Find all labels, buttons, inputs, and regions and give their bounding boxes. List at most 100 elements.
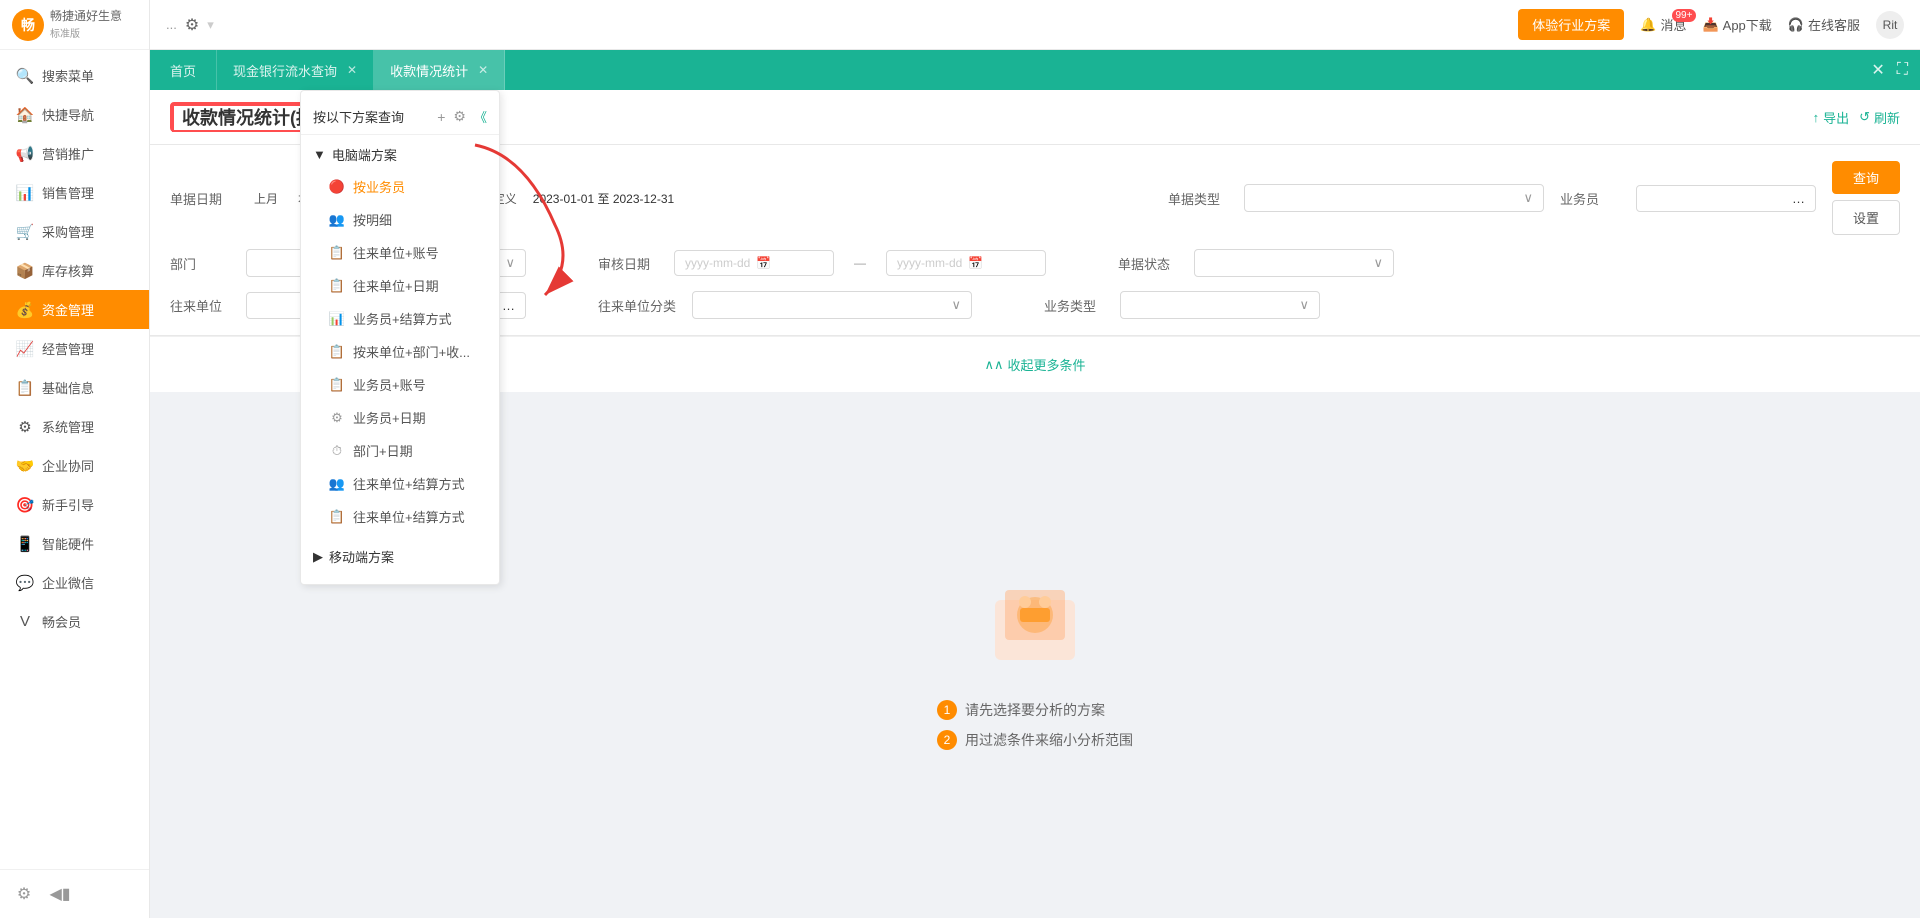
panel-item-salesperson-date[interactable]: ⚙ 业务员+日期: [301, 401, 499, 434]
headset-icon: 🎧: [1788, 17, 1804, 33]
app-download-btn[interactable]: 📥 App下载: [1702, 15, 1771, 34]
calendar-icon-2: 📅: [968, 256, 983, 270]
trending-icon: 📈: [16, 340, 34, 358]
tab-receipt[interactable]: 收款情况统计 ✕: [374, 50, 505, 90]
tab-receipt-close-icon[interactable]: ✕: [478, 63, 488, 77]
sidebar-item-inventory[interactable]: 📦 库存核算: [0, 251, 149, 290]
message-btn[interactable]: 🔔 消息 99+: [1640, 15, 1686, 34]
panel-item-partner-settlement1[interactable]: 👥 往来单位+结算方式: [301, 467, 499, 500]
tab-home[interactable]: 首页: [150, 50, 217, 90]
panel-item-partner-dept[interactable]: 📋 按来单位+部门+收...: [301, 335, 499, 368]
breadcrumb: ...: [166, 17, 177, 32]
sidebar-item-search[interactable]: 🔍 搜索菜单: [0, 56, 149, 95]
panel-item-partner-account[interactable]: 📋 往来单位+账号: [301, 236, 499, 269]
sidebar-settings-icon[interactable]: ⚙: [10, 880, 38, 908]
query-btn[interactable]: 查询: [1832, 161, 1900, 194]
megaphone-icon: 📢: [16, 145, 34, 163]
user-avatar[interactable]: Rit: [1876, 11, 1904, 39]
review-date-to[interactable]: yyyy-mm-dd 📅: [886, 250, 1046, 276]
partner-cat-arrow-icon: ∨: [952, 297, 962, 313]
online-service-btn[interactable]: 🎧 在线客服: [1788, 15, 1860, 34]
main-area: ... ⚙ ▾ 体验行业方案 🔔 消息 99+ 📥 App下载: [150, 0, 1920, 918]
panel-desktop-section: ▼ 电脑端方案 🔴 按业务员 👥 按明细 📋 往来单位+账号 📋 往: [301, 135, 499, 537]
salesperson-select[interactable]: …: [1636, 185, 1816, 212]
money-icon: 💰: [16, 301, 34, 319]
more-icon: …: [1792, 191, 1805, 206]
panel-mobile-title[interactable]: ▶ 移动端方案: [301, 541, 499, 572]
doc-status-arrow-icon: ∨: [1373, 255, 1383, 271]
tab-close-all-icon[interactable]: ✕: [1871, 60, 1884, 80]
sidebar-item-cooperation[interactable]: 🤝 企业协同: [0, 446, 149, 485]
panel-add-icon[interactable]: +: [437, 109, 445, 125]
doc-icon: 📋: [16, 379, 34, 397]
biz-type-select[interactable]: ∨: [1120, 291, 1320, 319]
panel-settings-icon[interactable]: ⚙: [453, 108, 466, 125]
tip-item-1: 1 请先选择要分析的方案: [937, 700, 1133, 720]
collapse-btn[interactable]: ∧∧ 收起更多条件: [976, 347, 1093, 382]
sidebar-item-marketing[interactable]: 📢 营销推广: [0, 134, 149, 173]
left-scheme-panel: 按以下方案查询 + ⚙ 《 ▼ 电脑端方案 🔴 按业务员 👥: [300, 90, 500, 585]
partner-settlement2-icon: 📋: [329, 509, 345, 525]
trial-btn[interactable]: 体验行业方案: [1518, 9, 1624, 40]
review-date-label: 审核日期: [598, 254, 658, 273]
sidebar-collapse-icon[interactable]: ◀▮: [46, 880, 74, 908]
breadcrumb-area: ... ⚙ ▾: [166, 15, 1506, 35]
logo-icon: 畅: [12, 9, 44, 41]
salesperson-date-icon: ⚙: [329, 410, 345, 426]
doc-type-select[interactable]: ∨: [1244, 184, 1544, 212]
logo-text: 畅捷通好生意 标准版: [50, 9, 122, 40]
panel-item-salesperson-account[interactable]: 📋 业务员+账号: [301, 368, 499, 401]
sidebar-item-guide[interactable]: 🎯 新手引导: [0, 485, 149, 524]
empty-illustration: [975, 560, 1095, 680]
sidebar-item-purchase[interactable]: 🛒 采购管理: [0, 212, 149, 251]
settings-icon: ⚙: [16, 418, 34, 436]
partner-label: 往来单位: [170, 296, 230, 315]
detail-scheme-icon: 👥: [329, 212, 345, 228]
sidebar-nav: 🔍 搜索菜单 🏠 快捷导航 📢 营销推广 📊 销售管理 🛒 采购管理 📦: [0, 50, 149, 869]
panel-header: 按以下方案查询 + ⚙ 《: [301, 99, 499, 135]
top-header: ... ⚙ ▾ 体验行业方案 🔔 消息 99+ 📥 App下载: [150, 0, 1920, 50]
gear-settings-icon[interactable]: ⚙: [185, 15, 199, 35]
tab-bar: 首页 现金银行流水查询 ✕ 收款情况统计 ✕ ✕ ⛶: [150, 50, 1920, 90]
panel-item-salesperson-settlement[interactable]: 📊 业务员+结算方式: [301, 302, 499, 335]
partner-cat-select[interactable]: ∨: [692, 291, 972, 319]
panel-item-detail[interactable]: 👥 按明细: [301, 203, 499, 236]
settings-btn[interactable]: 设置: [1832, 200, 1900, 235]
panel-desktop-title[interactable]: ▼ 电脑端方案: [301, 139, 499, 170]
sidebar-item-business[interactable]: 📈 经营管理: [0, 329, 149, 368]
dept-date-icon: ⏱: [329, 443, 345, 459]
salesperson-label: 业务员: [1560, 189, 1620, 208]
panel-item-partner-date[interactable]: 📋 往来单位+日期: [301, 269, 499, 302]
dept-arrow-icon: ∨: [505, 255, 515, 271]
date-tab-last-month[interactable]: 上月: [246, 187, 286, 210]
export-btn[interactable]: ↑ 导出: [1813, 108, 1850, 127]
collapse-up-icon: ∧∧: [984, 357, 1003, 373]
sidebar-item-member[interactable]: V 畅会员: [0, 602, 149, 641]
date-range-text: 2023-01-01 至 2023-12-31: [533, 190, 674, 207]
tab-bank-close-icon[interactable]: ✕: [347, 63, 357, 77]
tab-bank[interactable]: 现金银行流水查询 ✕: [217, 50, 374, 90]
sidebar-item-system[interactable]: ⚙ 系统管理: [0, 407, 149, 446]
panel-collapse-icon[interactable]: 《: [474, 107, 487, 126]
search-icon: 🔍: [16, 67, 34, 85]
partner-dept-icon: 📋: [329, 344, 345, 360]
sidebar-item-basic[interactable]: 📋 基础信息: [0, 368, 149, 407]
panel-expand-arrow-icon: ▼: [313, 147, 326, 162]
sidebar-item-sales[interactable]: 📊 销售管理: [0, 173, 149, 212]
sidebar-item-finance[interactable]: 💰 资金管理: [0, 290, 149, 329]
doc-status-select[interactable]: ∨: [1194, 249, 1394, 277]
date-separator: —: [854, 256, 866, 270]
panel-item-dept-date[interactable]: ⏱ 部门+日期: [301, 434, 499, 467]
sidebar-item-hardware[interactable]: 📱 智能硬件: [0, 524, 149, 563]
panel-item-salesperson[interactable]: 🔴 按业务员: [301, 170, 499, 203]
refresh-btn[interactable]: ↺ 刷新: [1859, 108, 1900, 127]
sidebar-item-quicknav[interactable]: 🏠 快捷导航: [0, 95, 149, 134]
sidebar-item-wechat[interactable]: 💬 企业微信: [0, 563, 149, 602]
doc-type-arrow-icon: ∨: [1523, 190, 1533, 206]
review-date-from[interactable]: yyyy-mm-dd 📅: [674, 250, 834, 276]
tab-fullscreen-icon[interactable]: ⛶: [1897, 61, 1908, 79]
query-buttons: 查询 设置: [1832, 161, 1900, 235]
sidebar-bottom: ⚙ ◀▮: [0, 869, 149, 918]
dept-label: 部门: [170, 254, 230, 273]
panel-item-partner-settlement2[interactable]: 📋 往来单位+结算方式: [301, 500, 499, 533]
